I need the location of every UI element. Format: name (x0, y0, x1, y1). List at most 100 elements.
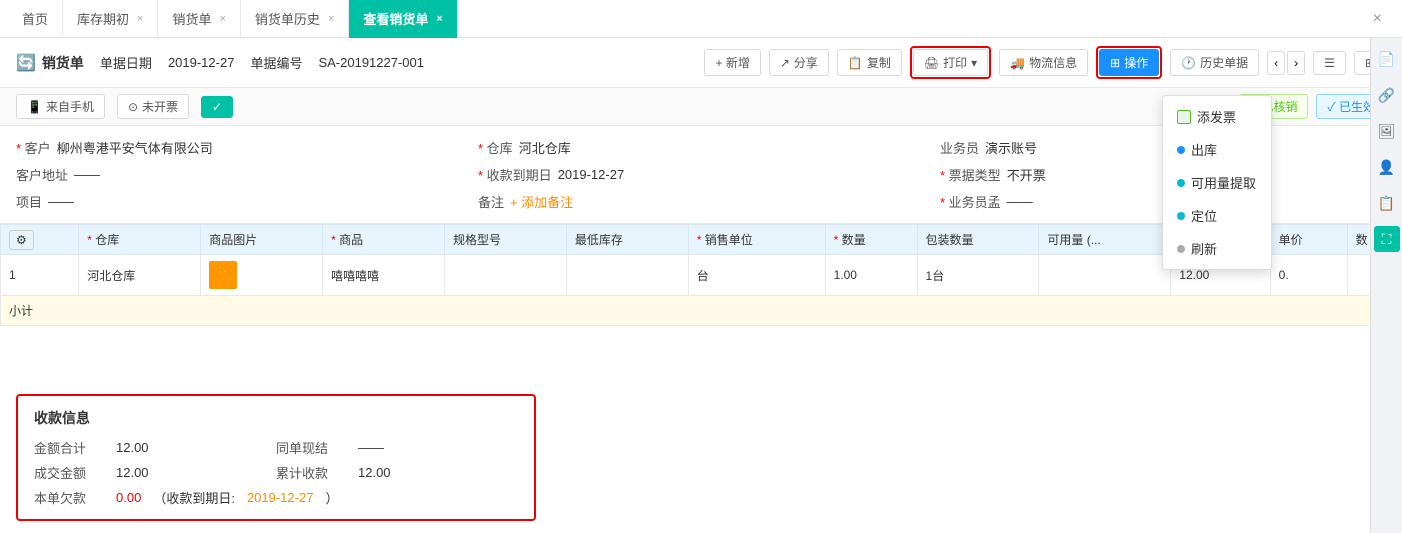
dropdown-item-invoice[interactable]: 添发票 (1163, 100, 1271, 133)
row-spec (444, 255, 566, 296)
confirm-button[interactable]: ✓ (201, 96, 233, 118)
doc-title: 🔄 销货单 (16, 53, 84, 73)
dropdown-item-outbound[interactable]: 出库 (1163, 133, 1271, 166)
table-settings-icon[interactable]: ⚙ (9, 230, 34, 250)
tab-sales-order-close[interactable]: × (219, 13, 225, 25)
project-value: —— (48, 194, 74, 209)
sidebar-user-icon[interactable]: 👤 (1374, 154, 1400, 180)
toolbar-right: + 新增 ↗ 分享 📋 复制 🖨 打印 ▾ 🚚 物流信息 (704, 46, 1386, 79)
payment-grid: 金额合计 12.00 同单现结 —— 成交金额 12.00 累计收款 12.00… (34, 438, 518, 507)
add-note-button[interactable]: + 添加备注 (510, 192, 573, 211)
note-label: 备注 (478, 192, 504, 211)
operation-icon: ⊞ (1110, 56, 1120, 70)
available-dot (1177, 179, 1185, 187)
payment-date-value: 2019-12-27 (558, 167, 625, 182)
tab-home[interactable]: 首页 (8, 0, 63, 38)
prev-button[interactable]: ‹ (1267, 51, 1285, 75)
dropdown-invoice-label: 添发票 (1197, 107, 1236, 126)
copy-icon: 📋 (848, 56, 863, 70)
operation-label: 操作 (1124, 54, 1148, 71)
number-label: 单据编号 (250, 53, 302, 72)
number-value: SA-20191227-001 (318, 55, 424, 70)
history-button[interactable]: 🕐 历史单据 (1170, 49, 1259, 76)
logistics-label: 物流信息 (1029, 54, 1077, 71)
history-label: 历史单据 (1200, 54, 1248, 71)
sidebar-expand-icon[interactable]: ⛶ (1374, 226, 1400, 252)
row-product: 嘻嘻嘻嘻 (323, 255, 445, 296)
project-label: 项目 (16, 192, 42, 211)
tab-view-sales-label: 查看销货单 (363, 9, 428, 28)
row-min-stock (566, 255, 688, 296)
date-label: 单据日期 (100, 53, 152, 72)
payment-title: 收款信息 (34, 408, 518, 428)
tab-view-sales[interactable]: 查看销货单 × (349, 0, 457, 38)
payment-date-label: 收款到期日 (478, 165, 552, 184)
salesperson2-value: —— (1007, 194, 1033, 209)
tab-inventory-init[interactable]: 库存期初 × (63, 0, 158, 38)
col-min-stock: 最低库存 (566, 225, 688, 255)
product-image: 🧡 (209, 261, 237, 289)
balance-label: 本单欠款 (34, 488, 104, 507)
view-toggle-list[interactable]: ☰ (1313, 51, 1346, 75)
customer-address-row: 客户地址 —— (16, 165, 462, 184)
doc-header: 🔄 销货单 单据日期 2019-12-27 单据编号 SA-20191227-0… (0, 38, 1402, 88)
sidebar-image-icon[interactable]: 🖼 (1374, 118, 1400, 144)
col-product-img: 商品图片 (201, 225, 323, 255)
row-available (1039, 255, 1171, 296)
col-sales-unit: * 销售单位 (688, 225, 825, 255)
tab-inventory-init-close[interactable]: × (137, 13, 143, 25)
balance-value: 0.00 (116, 490, 141, 505)
row-warehouse: 河北仓库 (79, 255, 201, 296)
ticket-type-value: 不开票 (1007, 165, 1046, 184)
tab-sales-order-label: 销货单 (172, 9, 211, 28)
from-phone-button[interactable]: 📱 来自手机 (16, 94, 105, 119)
col-pack-qty: 包装数量 (917, 225, 1039, 255)
copy-label: 复制 (867, 54, 891, 71)
dropdown-item-refresh[interactable]: 刷新 (1163, 232, 1271, 265)
new-button[interactable]: + 新增 (704, 49, 760, 76)
transaction-amount-label: 成交金额 (34, 463, 104, 482)
tab-sales-history-label: 销货单历史 (255, 9, 320, 28)
tab-sales-history[interactable]: 销货单历史 × (241, 0, 349, 38)
project-row: 项目 —— (16, 192, 462, 211)
payment-info: 收款信息 金额合计 12.00 同单现结 —— 成交金额 12.00 累计收款 … (16, 394, 536, 521)
balance-date: 2019-12-27 (247, 490, 314, 505)
copy-button[interactable]: 📋 复制 (837, 49, 902, 76)
total-amount-label: 金额合计 (34, 438, 104, 457)
from-phone-label: 来自手机 (46, 98, 94, 115)
print-button[interactable]: 🖨 打印 ▾ (913, 49, 988, 76)
logistics-button[interactable]: 🚚 物流信息 (999, 49, 1088, 76)
dropdown-item-available[interactable]: 可用量提取 (1163, 166, 1271, 199)
col-product: * 商品 (323, 225, 445, 255)
customer-address-label: 客户地址 (16, 165, 68, 184)
note-row: 备注 + 添加备注 (478, 192, 924, 211)
not-open-ticket-button[interactable]: ⊙ 未开票 (117, 94, 189, 119)
row-qty: 1.00 (825, 255, 917, 296)
sidebar-document-icon[interactable]: 📄 (1374, 46, 1400, 72)
dropdown-item-locate[interactable]: 定位 (1163, 199, 1271, 232)
same-order-row: 同单现结 —— (276, 438, 518, 457)
cumulative-value: 12.00 (358, 465, 391, 480)
next-button[interactable]: › (1287, 51, 1305, 75)
row-num: 1 (1, 255, 79, 296)
sidebar-link-icon[interactable]: 🔗 (1374, 82, 1400, 108)
cumulative-row: 累计收款 12.00 (276, 463, 518, 482)
payment-date-row: 收款到期日 2019-12-27 (478, 165, 924, 184)
share-button[interactable]: ↗ 分享 (769, 49, 829, 76)
print-label: 打印 (943, 54, 967, 71)
sidebar-list-icon[interactable]: 📋 (1374, 190, 1400, 216)
operation-dropdown: 添发票 出库 可用量提取 定位 刷新 (1162, 95, 1272, 270)
warehouse-value: 河北仓库 (519, 138, 571, 157)
tab-view-sales-close[interactable]: × (436, 13, 442, 25)
refresh-dot (1177, 245, 1185, 253)
tab-sales-history-close[interactable]: × (328, 13, 334, 25)
col-spec: 规格型号 (444, 225, 566, 255)
row-sales-unit: 台 (688, 255, 825, 296)
dropdown-available-label: 可用量提取 (1191, 173, 1256, 192)
col-unit-price: 单价 (1270, 225, 1347, 255)
operation-button[interactable]: ⊞ 操作 (1099, 49, 1159, 76)
not-open-label: 未开票 (142, 98, 178, 115)
sales-order-icon: 🔄 (16, 53, 36, 73)
window-close-button[interactable]: × (1361, 10, 1394, 28)
tab-sales-order[interactable]: 销货单 × (158, 0, 240, 38)
